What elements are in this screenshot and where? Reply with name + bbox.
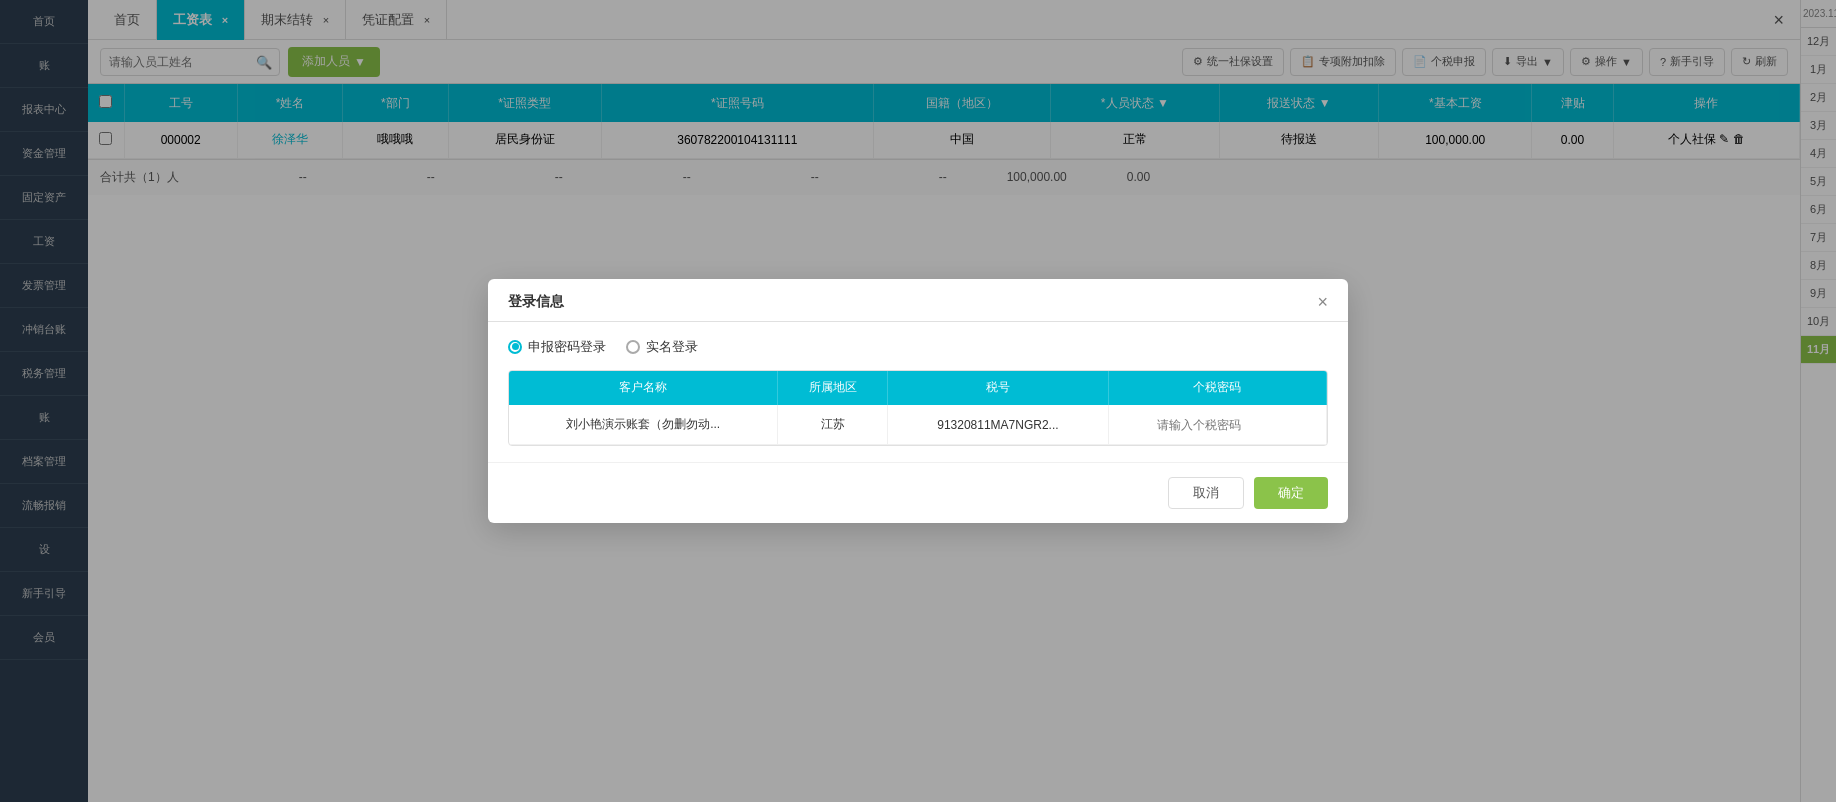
client-table: 客户名称 所属地区 税号 个税密码 刘小艳演示账套（勿删勿动... 江苏 913… — [509, 371, 1327, 446]
dialog-title: 登录信息 — [508, 293, 564, 311]
radio-label-realname: 实名登录 — [646, 338, 698, 356]
client-table-row: 刘小艳演示账套（勿删勿动... 江苏 91320811MA7NGR2... — [509, 405, 1327, 445]
individual-tax-password-input[interactable] — [1157, 418, 1277, 432]
dialog-confirm-button[interactable]: 确定 — [1254, 477, 1328, 509]
radio-label-password: 申报密码登录 — [528, 338, 606, 356]
dialog-cancel-button[interactable]: 取消 — [1168, 477, 1244, 509]
radio-password-login[interactable]: 申报密码登录 — [508, 338, 606, 356]
dialog-col-password: 个税密码 — [1108, 371, 1326, 405]
modal-overlay: 登录信息 × 申报密码登录 实名登录 客户名称 — [0, 0, 1836, 802]
client-password-cell[interactable] — [1108, 405, 1326, 445]
dialog-col-region: 所属地区 — [778, 371, 888, 405]
client-tax-cell: 91320811MA7NGR2... — [888, 405, 1108, 445]
dialog-col-client: 客户名称 — [509, 371, 778, 405]
client-region-cell: 江苏 — [778, 405, 888, 445]
dialog-close-button[interactable]: × — [1317, 293, 1328, 311]
dialog-header: 登录信息 × — [488, 279, 1348, 322]
client-table-wrap: 客户名称 所属地区 税号 个税密码 刘小艳演示账套（勿删勿动... 江苏 913… — [508, 370, 1328, 447]
client-name-cell: 刘小艳演示账套（勿删勿动... — [509, 405, 778, 445]
radio-dot-realname — [626, 340, 640, 354]
dialog-body: 申报密码登录 实名登录 客户名称 所属地区 税号 个税密码 — [488, 322, 1348, 463]
login-type-radio-group: 申报密码登录 实名登录 — [508, 338, 1328, 356]
radio-dot-password — [508, 340, 522, 354]
radio-realname-login[interactable]: 实名登录 — [626, 338, 698, 356]
login-dialog: 登录信息 × 申报密码登录 实名登录 客户名称 — [488, 279, 1348, 524]
dialog-col-tax: 税号 — [888, 371, 1108, 405]
dialog-footer: 取消 确定 — [488, 462, 1348, 523]
